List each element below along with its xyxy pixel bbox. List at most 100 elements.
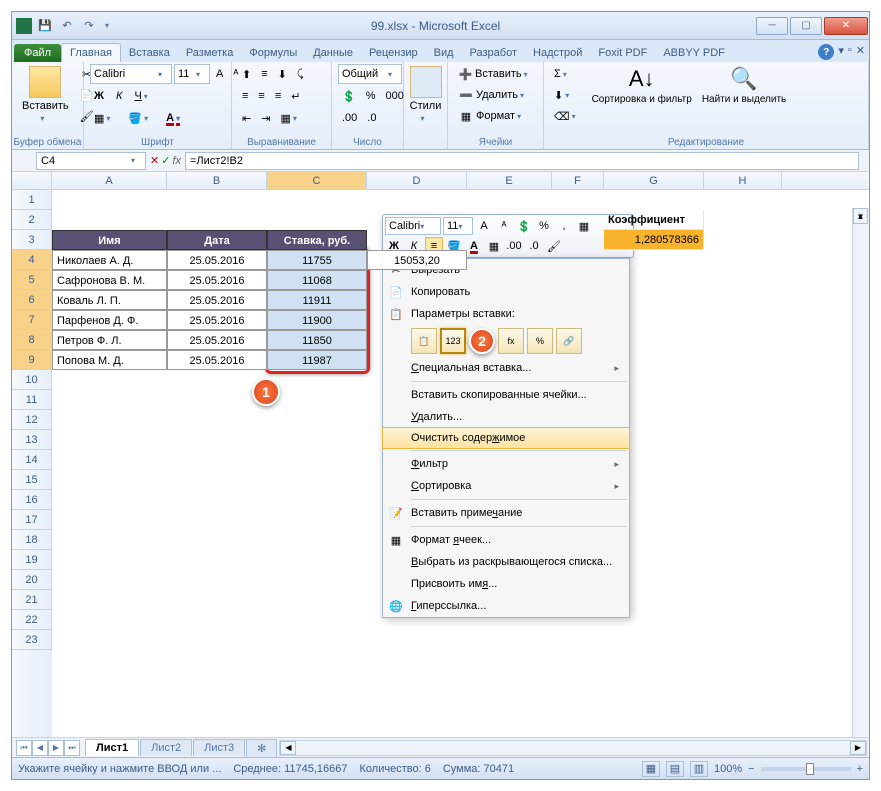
col-header-D[interactable]: D xyxy=(367,172,467,189)
scroll-down-icon[interactable]: ▼ xyxy=(853,208,868,224)
mini-font-combo[interactable]: Calibri▾ xyxy=(385,217,441,235)
ctx-paste-special[interactable]: Специальная вставка...▸ xyxy=(383,357,629,379)
orientation-icon[interactable]: ⤹ xyxy=(293,64,308,84)
align-right-icon[interactable]: ≡ xyxy=(271,86,285,106)
font-color-button[interactable]: A▾ xyxy=(162,108,190,128)
number-format-combo[interactable]: Общий▾ xyxy=(338,64,402,84)
paste-values-icon[interactable]: 123 xyxy=(440,328,466,354)
sort-filter-button[interactable]: A↓ Сортировка и фильтр xyxy=(588,64,696,107)
align-bot-icon[interactable]: ⬇ xyxy=(274,64,291,84)
tab-developer[interactable]: Разработ xyxy=(462,44,525,62)
cell[interactable]: 25.05.2016 xyxy=(167,310,267,330)
mini-format-icon[interactable]: ▦ xyxy=(575,217,593,235)
scroll-left-icon[interactable]: ◀ xyxy=(280,741,296,755)
grow-font-icon[interactable]: A xyxy=(212,64,227,84)
row-header-13[interactable]: 13 xyxy=(12,430,52,450)
sheet-tab-2[interactable]: Лист2 xyxy=(140,739,192,756)
help-icon[interactable]: ? xyxy=(818,44,834,60)
tab-formulas[interactable]: Формулы xyxy=(241,44,305,62)
ctx-copy[interactable]: 📄Копировать xyxy=(383,281,629,303)
row-header-2[interactable]: 2 xyxy=(12,210,52,230)
fx-icon[interactable]: fx xyxy=(172,155,181,167)
sheet-tab-3[interactable]: Лист3 xyxy=(193,739,245,756)
row-header-16[interactable]: 16 xyxy=(12,490,52,510)
align-mid-icon[interactable]: ≡ xyxy=(257,64,271,84)
tab-data[interactable]: Данные xyxy=(305,44,361,62)
cell[interactable]: 25.05.2016 xyxy=(167,350,267,370)
row-header-4[interactable]: 4 xyxy=(12,250,52,270)
select-all-corner[interactable] xyxy=(12,172,52,189)
font-size-combo[interactable]: 11▾ xyxy=(174,64,210,84)
bold-button[interactable]: Ж xyxy=(90,86,108,106)
fill-icon[interactable]: ⬇▾ xyxy=(550,85,586,105)
cell[interactable]: Имя xyxy=(52,230,167,250)
align-top-icon[interactable]: ⬆ xyxy=(238,64,255,84)
row-header-18[interactable]: 18 xyxy=(12,530,52,550)
tab-review[interactable]: Рецензир xyxy=(361,44,426,62)
currency-icon[interactable]: 💲 xyxy=(338,86,360,106)
italic-button[interactable]: К xyxy=(112,86,126,106)
cell[interactable]: 25.05.2016 xyxy=(167,290,267,310)
row-header-9[interactable]: 9 xyxy=(12,350,52,370)
delete-cells-button[interactable]: ➖Удалить▾ xyxy=(454,85,537,105)
col-header-A[interactable]: A xyxy=(52,172,167,189)
maximize-button[interactable]: ▢ xyxy=(790,17,822,35)
undo-icon[interactable]: ↶ xyxy=(58,17,76,35)
row-header-10[interactable]: 10 xyxy=(12,370,52,390)
row-header-12[interactable]: 12 xyxy=(12,410,52,430)
row-header-5[interactable]: 5 xyxy=(12,270,52,290)
cell[interactable]: 25.05.2016 xyxy=(167,330,267,350)
styles-button[interactable]: Стили▾ xyxy=(410,64,441,125)
cell[interactable]: 1,280578366 xyxy=(604,230,704,250)
row-header-20[interactable]: 20 xyxy=(12,570,52,590)
col-header-C[interactable]: C xyxy=(267,172,367,189)
indent-inc-icon[interactable]: ⇥ xyxy=(257,108,274,128)
paste-formulas-icon[interactable]: fx xyxy=(498,328,524,354)
row-header-21[interactable]: 21 xyxy=(12,590,52,610)
cell[interactable]: Дата xyxy=(167,230,267,250)
formula-input[interactable]: =Лист2!B2 xyxy=(185,152,859,170)
cell[interactable]: 25.05.2016 xyxy=(167,250,267,270)
sheet-last-icon[interactable]: ⏭ xyxy=(64,740,80,756)
dec-decimal-icon[interactable]: .0 xyxy=(363,108,380,128)
cell[interactable]: Попова М. Д. xyxy=(52,350,167,370)
row-header-1[interactable]: 1 xyxy=(12,190,52,210)
cell[interactable]: Сафронова В. М. xyxy=(52,270,167,290)
minimize-ribbon-icon[interactable]: ▾ xyxy=(838,44,844,60)
col-header-F[interactable]: F xyxy=(552,172,604,189)
zoom-out-icon[interactable]: − xyxy=(748,763,754,775)
merge-icon[interactable]: ▦▾ xyxy=(276,108,306,128)
percent-icon[interactable]: % xyxy=(362,86,380,106)
cell[interactable]: 11911 xyxy=(267,290,367,310)
tab-home[interactable]: Главная xyxy=(61,43,121,62)
ctx-delete[interactable]: Удалить... xyxy=(383,406,629,428)
mini-inc-dec-icon[interactable]: .00 xyxy=(505,237,523,255)
indent-dec-icon[interactable]: ⇤ xyxy=(238,108,255,128)
find-select-button[interactable]: 🔍 Найти и выделить xyxy=(698,64,790,107)
scroll-right-icon[interactable]: ▶ xyxy=(850,741,866,755)
row-header-22[interactable]: 22 xyxy=(12,610,52,630)
align-center-icon[interactable]: ≡ xyxy=(254,86,268,106)
wrap-text-icon[interactable]: ↵ xyxy=(287,86,304,106)
ctx-clear-contents[interactable]: Очистить содержимое xyxy=(382,427,630,449)
cell[interactable]: Петров Ф. Л. xyxy=(52,330,167,350)
sheet-first-icon[interactable]: ⏮ xyxy=(16,740,32,756)
cell[interactable]: 11900 xyxy=(267,310,367,330)
cell[interactable]: Парфенов Д. Ф. xyxy=(52,310,167,330)
paste-button[interactable]: Вставить ▾ xyxy=(18,64,73,125)
minimize-button[interactable]: ─ xyxy=(756,17,788,35)
save-icon[interactable]: 💾 xyxy=(36,17,54,35)
tab-addins[interactable]: Надстрой xyxy=(525,44,590,62)
view-pagebreak-icon[interactable]: ▥ xyxy=(690,761,708,777)
col-header-H[interactable]: H xyxy=(704,172,782,189)
inc-decimal-icon[interactable]: .00 xyxy=(338,108,361,128)
ctx-insert-copied[interactable]: Вставить скопированные ячейки... xyxy=(383,384,629,406)
cell[interactable]: Ставка, руб. xyxy=(267,230,367,250)
paste-all-icon[interactable]: 📋 xyxy=(411,328,437,354)
mini-grow-icon[interactable]: A xyxy=(475,217,493,235)
paste-transpose-icon[interactable]: % xyxy=(527,328,553,354)
tab-abbyy[interactable]: ABBYY PDF xyxy=(655,44,733,62)
ctx-format-cells[interactable]: ▦Формат ячеек... xyxy=(383,529,629,551)
ctx-filter[interactable]: Фильтр▸ xyxy=(383,453,629,475)
fill-color-button[interactable]: 🪣▾ xyxy=(124,108,158,128)
